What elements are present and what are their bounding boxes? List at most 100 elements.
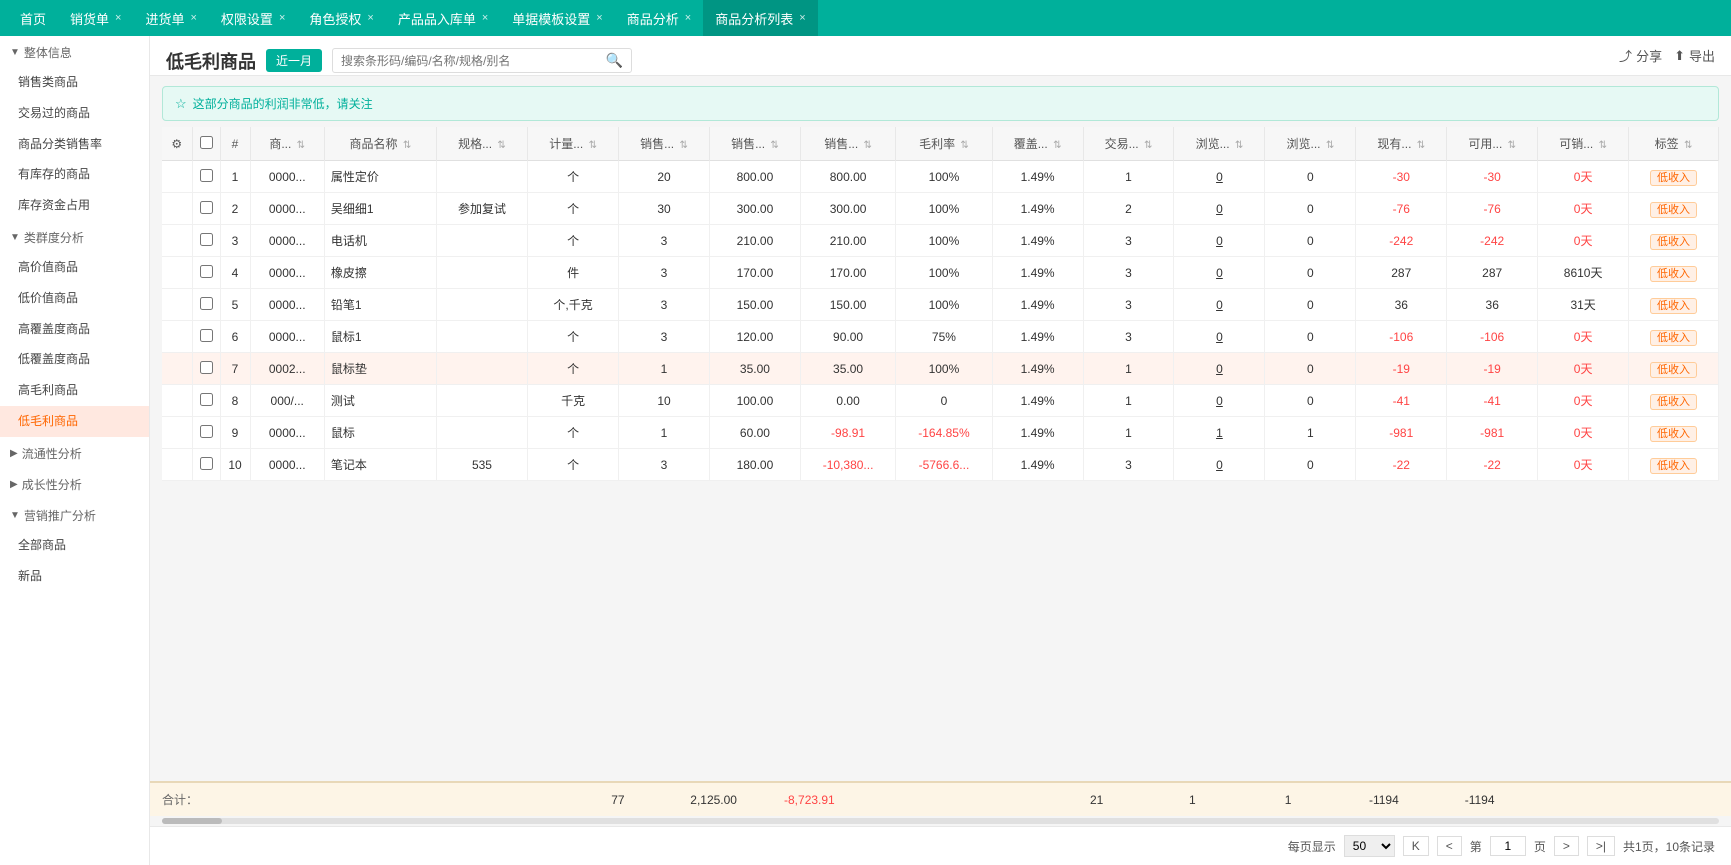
sidebar-item-low-coverage[interactable]: 低覆盖度商品 <box>0 344 149 375</box>
row-checkbox[interactable] <box>200 425 213 438</box>
per-page-select[interactable]: 50 20 100 <box>1344 835 1395 857</box>
close-icon[interactable]: × <box>596 12 602 24</box>
page-number-input[interactable] <box>1490 836 1526 856</box>
sidebar-item-low-margin[interactable]: 低毛利商品 <box>0 406 149 437</box>
close-icon[interactable]: × <box>367 12 373 24</box>
nav-home[interactable]: 首页 <box>8 0 58 36</box>
column-check[interactable] <box>192 127 220 161</box>
sidebar-item-in-stock[interactable]: 有库存的商品 <box>0 159 149 190</box>
cell-check[interactable] <box>192 257 220 289</box>
select-all-checkbox[interactable] <box>200 136 213 149</box>
cell-unit: 个 <box>528 449 619 481</box>
sidebar-group-circulation[interactable]: ▶ 流通性分析 <box>0 437 149 468</box>
cell-view1[interactable]: 0 <box>1174 225 1265 257</box>
close-icon[interactable]: × <box>482 12 488 24</box>
row-checkbox[interactable] <box>200 457 213 470</box>
close-icon[interactable]: × <box>115 12 121 24</box>
cell-check[interactable] <box>192 193 220 225</box>
cell-view1[interactable]: 0 <box>1174 385 1265 417</box>
column-saleable-stock[interactable]: 可销... ⇅ <box>1538 127 1629 161</box>
share-button[interactable]: ⤴ 分享 <box>1619 46 1662 65</box>
column-tag[interactable]: 标签 ⇅ <box>1629 127 1719 161</box>
prev-page-button[interactable]: < <box>1437 836 1462 856</box>
column-name[interactable]: 商品名称 ⇅ <box>324 127 436 161</box>
nav-product-in[interactable]: 产品品入库单 × <box>386 0 500 36</box>
sidebar-item-sales-products[interactable]: 销售类商品 <box>0 67 149 98</box>
close-icon[interactable]: × <box>799 12 805 24</box>
scrollbar-thumb[interactable] <box>162 818 222 824</box>
column-trade[interactable]: 交易... ⇅ <box>1083 127 1174 161</box>
cell-check[interactable] <box>192 161 220 193</box>
column-view1[interactable]: 浏览... ⇅ <box>1174 127 1265 161</box>
cell-view1[interactable]: 0 <box>1174 289 1265 321</box>
row-checkbox[interactable] <box>200 233 213 246</box>
row-checkbox[interactable] <box>200 297 213 310</box>
cell-view1[interactable]: 0 <box>1174 353 1265 385</box>
first-page-button[interactable]: K <box>1403 836 1429 856</box>
close-icon[interactable]: × <box>190 12 196 24</box>
close-icon[interactable]: × <box>685 12 691 24</box>
column-spec[interactable]: 规格... ⇅ <box>436 127 527 161</box>
nav-purchase-order[interactable]: 进货单 × <box>133 0 208 36</box>
search-icon[interactable]: 🔍 <box>606 52 623 69</box>
row-checkbox[interactable] <box>200 361 213 374</box>
cell-view1[interactable]: 0 <box>1174 193 1265 225</box>
sidebar-group-growth[interactable]: ▶ 成长性分析 <box>0 468 149 499</box>
column-view2[interactable]: 浏览... ⇅ <box>1265 127 1356 161</box>
sidebar-item-high-coverage[interactable]: 高覆盖度商品 <box>0 314 149 345</box>
nav-analysis-list[interactable]: 商品分析列表 × <box>703 0 817 36</box>
cell-check[interactable] <box>192 385 220 417</box>
row-checkbox[interactable] <box>200 169 213 182</box>
search-input[interactable] <box>341 54 600 68</box>
cell-check[interactable] <box>192 417 220 449</box>
column-available-stock[interactable]: 可用... ⇅ <box>1447 127 1538 161</box>
nav-role-auth[interactable]: 角色授权 × <box>297 0 385 36</box>
column-current-stock[interactable]: 现有... ⇅ <box>1356 127 1447 161</box>
row-checkbox[interactable] <box>200 201 213 214</box>
row-checkbox[interactable] <box>200 329 213 342</box>
column-gross-rate[interactable]: 毛利率 ⇅ <box>896 127 992 161</box>
column-gear[interactable]: ⚙ <box>162 127 192 161</box>
sidebar-item-new-products[interactable]: 新品 <box>0 561 149 592</box>
sidebar-item-all-products[interactable]: 全部商品 <box>0 530 149 561</box>
last-page-button[interactable]: >| <box>1587 836 1615 856</box>
next-page-button[interactable]: > <box>1554 836 1579 856</box>
cell-check[interactable] <box>192 225 220 257</box>
nav-template-settings[interactable]: 单据模板设置 × <box>500 0 614 36</box>
cell-view1[interactable]: 0 <box>1174 449 1265 481</box>
cell-view1[interactable]: 1 <box>1174 417 1265 449</box>
cell-view1[interactable]: 0 <box>1174 257 1265 289</box>
nav-sales-order[interactable]: 销货单 × <box>58 0 133 36</box>
sidebar-item-capital[interactable]: 库存资金占用 <box>0 190 149 221</box>
sidebar-item-category-rate[interactable]: 商品分类销售率 <box>0 129 149 160</box>
column-unit[interactable]: 计量... ⇅ <box>528 127 619 161</box>
cell-check[interactable] <box>192 321 220 353</box>
time-filter-button[interactable]: 近一月 <box>266 49 322 72</box>
row-checkbox[interactable] <box>200 393 213 406</box>
cell-check[interactable] <box>192 353 220 385</box>
table-wrapper[interactable]: ⚙ # 商... ⇅ 商品名称 ⇅ 规格... ⇅ 计量... ⇅ 销售... … <box>162 127 1719 781</box>
column-code[interactable]: 商... ⇅ <box>250 127 324 161</box>
column-coverage[interactable]: 覆盖... ⇅ <box>992 127 1083 161</box>
column-sale-profit[interactable]: 销售... ⇅ <box>800 127 895 161</box>
column-sale-amount[interactable]: 销售... ⇅ <box>709 127 800 161</box>
sidebar-group-overall[interactable]: ▼ 整体信息 <box>0 36 149 67</box>
row-checkbox[interactable] <box>200 265 213 278</box>
nav-permission-settings[interactable]: 权限设置 × <box>209 0 297 36</box>
horizontal-scrollbar[interactable] <box>162 818 1719 824</box>
nav-product-analysis[interactable]: 商品分析 × <box>615 0 703 36</box>
sidebar-item-high-value[interactable]: 高价值商品 <box>0 252 149 283</box>
cell-view1[interactable]: 0 <box>1174 321 1265 353</box>
sidebar-item-high-margin[interactable]: 高毛利商品 <box>0 375 149 406</box>
cell-check[interactable] <box>192 449 220 481</box>
cell-check[interactable] <box>192 289 220 321</box>
column-sale-qty[interactable]: 销售... ⇅ <box>619 127 710 161</box>
sidebar-group-cluster[interactable]: ▼ 类群度分析 <box>0 221 149 252</box>
cell-view1[interactable]: 0 <box>1174 161 1265 193</box>
export-button[interactable]: ⬆ 导出 <box>1674 46 1715 65</box>
sidebar-item-low-value[interactable]: 低价值商品 <box>0 283 149 314</box>
sidebar-item-traded-products[interactable]: 交易过的商品 <box>0 98 149 129</box>
close-icon[interactable]: × <box>279 12 285 24</box>
cell-unit: 个 <box>528 353 619 385</box>
sidebar-group-marketing[interactable]: ▼ 营销推广分析 <box>0 499 149 530</box>
